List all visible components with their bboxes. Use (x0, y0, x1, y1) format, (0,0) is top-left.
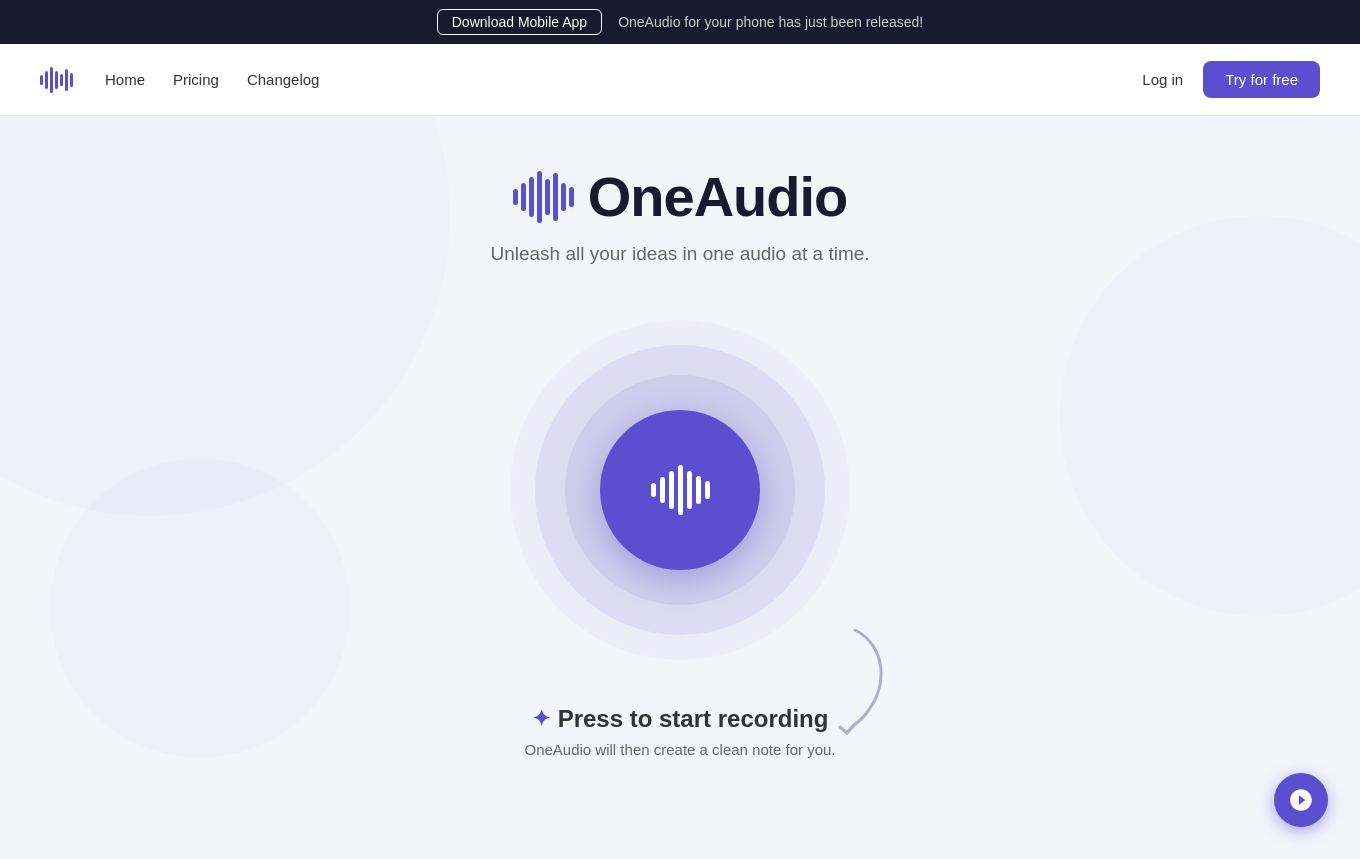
record-main-text: ✦ Press to start recording (532, 705, 829, 733)
nav-links: Home Pricing Changelog (105, 71, 319, 88)
hero-brand-text: OneAudio (588, 164, 848, 229)
nav-pricing[interactable]: Pricing (173, 71, 219, 88)
nav-changelog[interactable]: Changelog (247, 71, 320, 88)
login-button[interactable]: Log in (1142, 71, 1183, 88)
record-btn-icon (651, 465, 710, 515)
nav-right: Log in Try for free (1142, 61, 1320, 98)
record-cta-subtext: OneAudio will then create a clean note f… (524, 741, 835, 758)
nav-left: Home Pricing Changelog (40, 67, 319, 93)
announcement-bar: Download Mobile App OneAudio for your ph… (0, 0, 1360, 44)
fab-button[interactable] (1274, 773, 1328, 827)
sparkle-icon: ✦ (532, 706, 550, 732)
swirl-arrow-icon (825, 625, 885, 735)
fab-icon (1288, 787, 1314, 813)
navbar: Home Pricing Changelog Log in Try for fr… (0, 44, 1360, 116)
logo[interactable] (40, 67, 73, 93)
record-button[interactable] (600, 410, 760, 570)
hero-subtitle: Unleash all your ideas in one audio at a… (490, 243, 869, 265)
record-cta-label: Press to start recording (558, 705, 829, 733)
record-cta: ✦ Press to start recording OneAudio will… (524, 705, 835, 758)
hero-waveform-icon (513, 171, 574, 223)
main-content-inner: OneAudio Unleash all your ideas in one a… (490, 164, 869, 758)
waveform-icon (40, 67, 73, 93)
recording-area (495, 305, 865, 675)
try-free-button[interactable]: Try for free (1203, 61, 1320, 98)
download-mobile-btn[interactable]: Download Mobile App (437, 9, 602, 35)
main-content: OneAudio Unleash all your ideas in one a… (0, 116, 1360, 758)
hero-title: OneAudio (513, 164, 848, 229)
announcement-text: OneAudio for your phone has just been re… (618, 14, 923, 30)
nav-home[interactable]: Home (105, 71, 145, 88)
